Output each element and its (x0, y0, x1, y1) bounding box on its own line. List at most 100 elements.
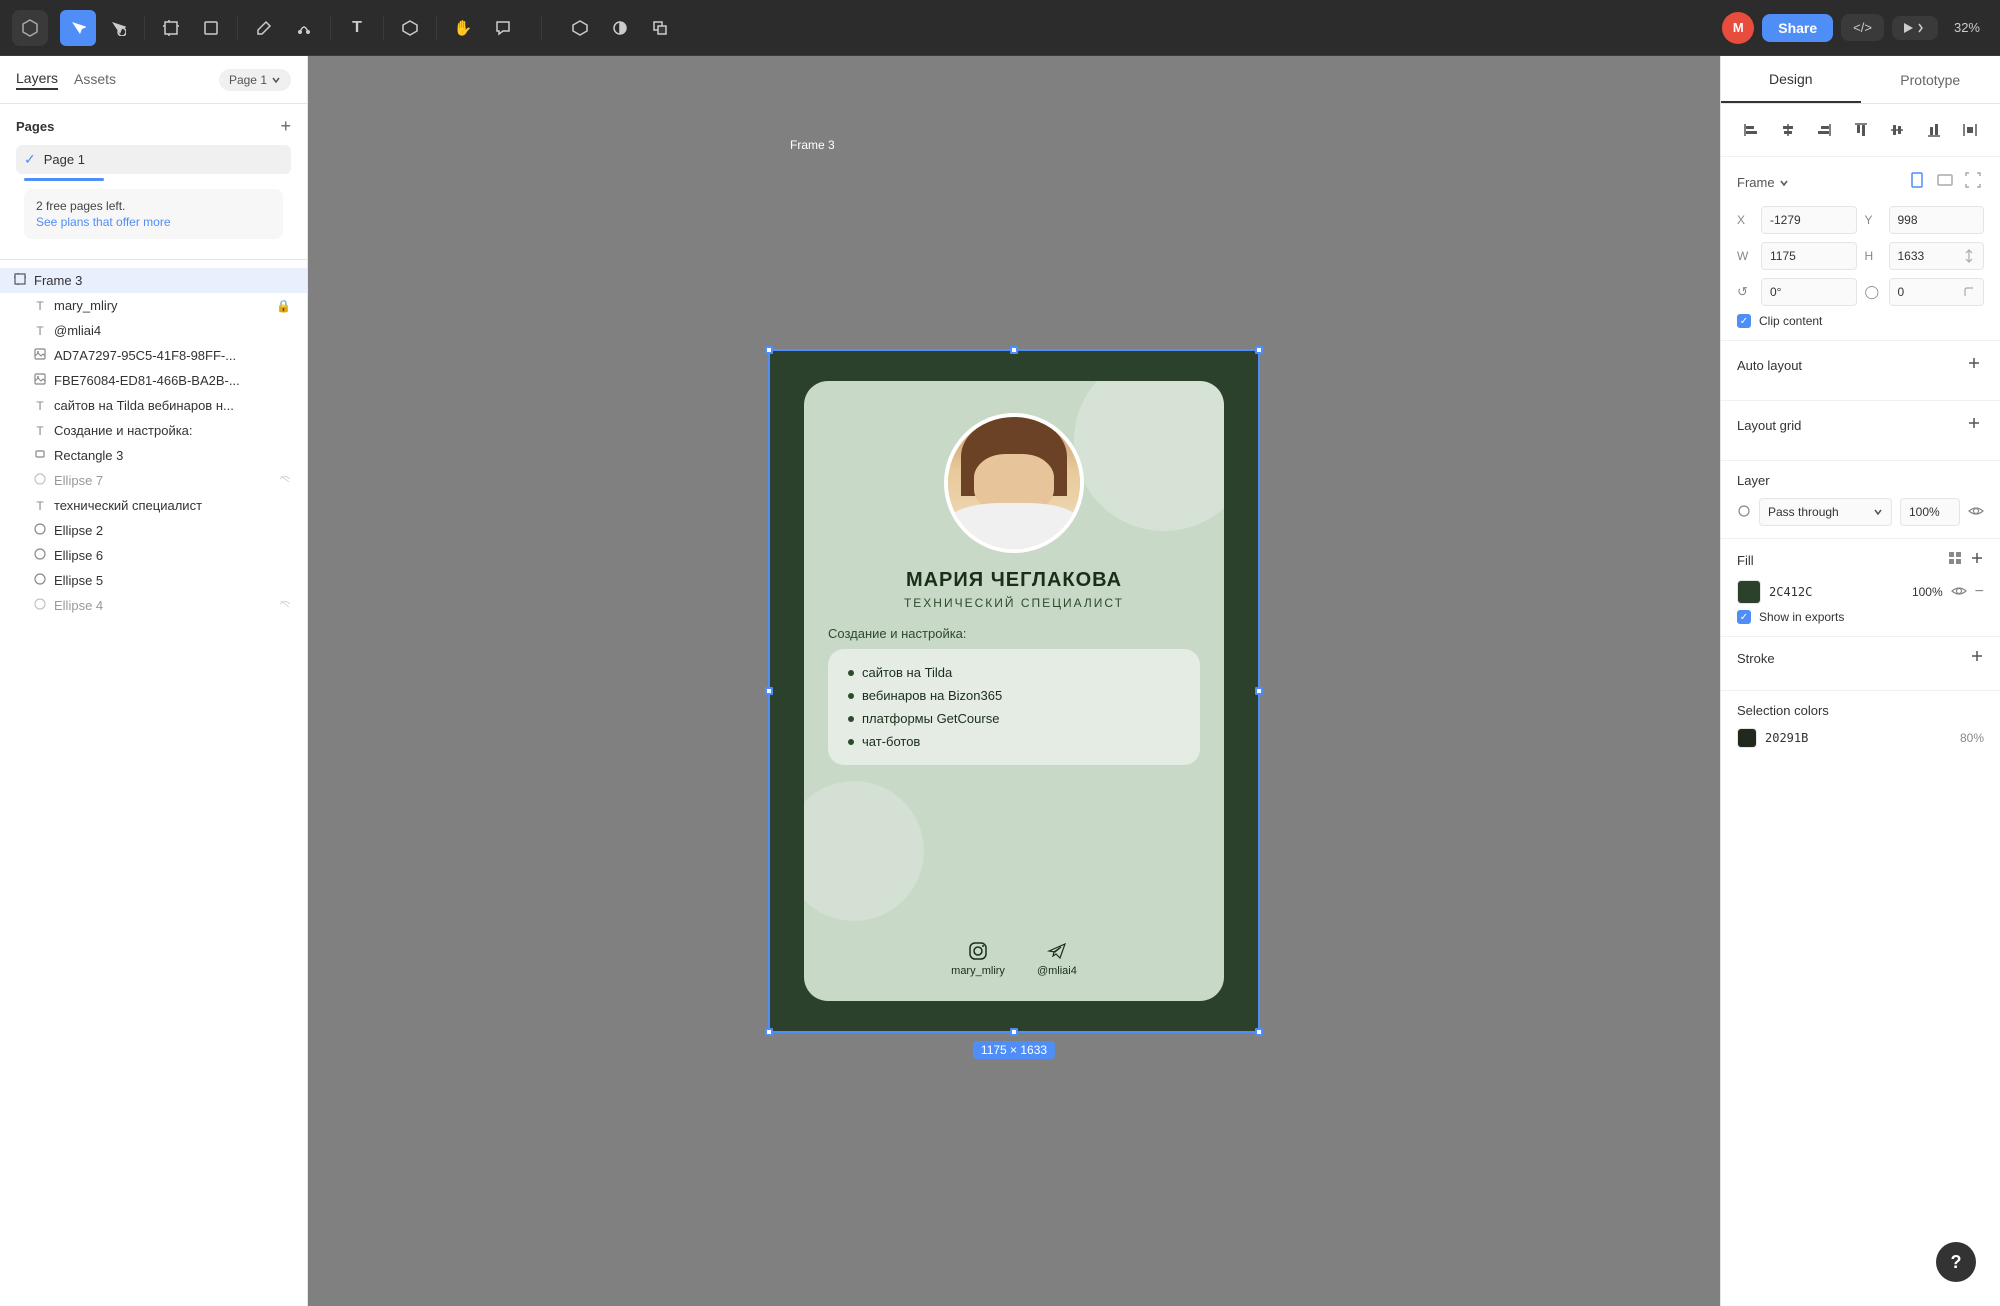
stroke-section: Stroke (1721, 637, 2000, 691)
play-button[interactable] (1892, 16, 1938, 40)
user-avatar[interactable]: M (1722, 12, 1754, 44)
x-input[interactable]: -1279 (1761, 206, 1857, 234)
code-button[interactable]: </> (1841, 14, 1884, 41)
resize-icon[interactable] (1962, 169, 1984, 196)
shape-tool[interactable] (193, 10, 229, 46)
align-middle-v-btn[interactable] (1883, 116, 1911, 144)
add-fill-btn[interactable] (1970, 551, 1984, 570)
layer-name: Создание и настройка: (54, 423, 291, 438)
corner-input[interactable]: 0 (1889, 278, 1985, 306)
help-button[interactable]: ? (1936, 1242, 1976, 1282)
frame-tool[interactable] (153, 10, 189, 46)
comment-tool[interactable] (485, 10, 521, 46)
landscape-icon[interactable] (1934, 169, 1956, 196)
align-center-h-btn[interactable] (1774, 116, 1802, 144)
layer-frame3[interactable]: Frame 3 (0, 268, 307, 293)
image-icon (32, 348, 48, 363)
fill-color-swatch[interactable] (1737, 580, 1761, 604)
hand-tool[interactable]: ✋ (445, 10, 481, 46)
layer-mode-select[interactable]: Pass through (1759, 498, 1892, 526)
layer-rect3[interactable]: Rectangle 3 (0, 443, 307, 468)
layer-name: Ellipse 6 (54, 548, 291, 563)
page-name: Page 1 (44, 152, 85, 167)
separator2 (237, 16, 238, 40)
layer-services-list[interactable]: T сайтов на Tilda вебинаров н... (0, 393, 307, 418)
layer-tool[interactable] (642, 10, 678, 46)
tab-prototype[interactable]: Prototype (1861, 56, 2000, 103)
layer-mary-mliry[interactable]: T mary_mliry 🔒 (0, 293, 307, 318)
frame-size-label: 1175 × 1633 (973, 1041, 1055, 1059)
select-tool-group[interactable] (100, 10, 136, 46)
align-bottom-btn[interactable] (1920, 116, 1948, 144)
layer-ellipse7[interactable]: Ellipse 7 (0, 468, 307, 493)
add-auto-layout-btn[interactable] (1964, 353, 1984, 378)
layer-mliai4[interactable]: T @mliai4 (0, 318, 307, 343)
boolean-tool[interactable] (562, 10, 598, 46)
layer-img1[interactable]: AD7A7297-95C5-41F8-98FF-... (0, 343, 307, 368)
separator4 (383, 16, 384, 40)
remove-fill-btn[interactable]: − (1975, 583, 1984, 601)
contrast-tool[interactable] (602, 10, 638, 46)
card-avatar (944, 413, 1084, 553)
zoom-level[interactable]: 32% (1946, 20, 1988, 35)
page-selector[interactable]: Page 1 (219, 69, 291, 91)
layers-divider (0, 259, 307, 260)
layer-opacity-input[interactable]: 100% (1900, 498, 1960, 526)
frame-dropdown[interactable]: Frame (1737, 175, 1789, 190)
add-layout-grid-btn[interactable] (1964, 413, 1984, 438)
x-label: X (1737, 213, 1753, 227)
tab-layers[interactable]: Layers (16, 70, 58, 90)
h-input[interactable]: 1633 (1889, 242, 1985, 270)
sel-color-swatch[interactable] (1737, 728, 1757, 748)
layer-ellipse4[interactable]: Ellipse 4 (0, 593, 307, 618)
show-exports-checkbox[interactable]: ✓ (1737, 610, 1751, 624)
pen-tool[interactable] (246, 10, 282, 46)
w-input[interactable]: 1175 (1761, 242, 1857, 270)
fill-opacity-value[interactable]: 100% (1903, 585, 1943, 599)
align-top-btn[interactable] (1847, 116, 1875, 144)
fill-color-hex[interactable]: 2C412C (1769, 585, 1895, 599)
align-row (1721, 104, 2000, 157)
canvas-area[interactable]: Frame 3 МАРИЯ ЧЕГЛАКОВА технический спец… (308, 56, 1720, 1306)
align-left-btn[interactable] (1737, 116, 1765, 144)
page-item-1[interactable]: ✓ Page 1 (16, 145, 291, 174)
tab-assets[interactable]: Assets (74, 71, 116, 89)
add-page-button[interactable]: + (280, 116, 291, 137)
pen-tool2[interactable] (286, 10, 322, 46)
layer-ellipse6[interactable]: Ellipse 6 (0, 543, 307, 568)
fill-grid-icon[interactable] (1948, 551, 1962, 570)
layer-ellipse5[interactable]: Ellipse 5 (0, 568, 307, 593)
clip-content-checkbox[interactable]: ✓ (1737, 314, 1751, 328)
logo-icon[interactable] (12, 10, 48, 46)
layer-creation[interactable]: T Создание и настройка: (0, 418, 307, 443)
text-icon2: T (32, 324, 48, 338)
card-name: МАРИЯ ЧЕГЛАКОВА (906, 569, 1122, 592)
select-tool[interactable] (60, 10, 96, 46)
layer-props-title: Layer (1737, 473, 1770, 488)
text-tool[interactable]: T (339, 10, 375, 46)
layer-techspec[interactable]: T технический специалист (0, 493, 307, 518)
layer-ellipse2[interactable]: Ellipse 2 (0, 518, 307, 543)
rot-input[interactable]: 0° (1761, 278, 1857, 306)
card-services-box: сайтов на Tilda вебинаров на Bizon365 пл… (828, 649, 1200, 765)
plans-link[interactable]: See plans that offer more (36, 215, 271, 229)
align-right-btn[interactable] (1810, 116, 1838, 144)
sel-color-hex[interactable]: 20291B (1765, 731, 1952, 745)
pages-header: Pages + (16, 116, 291, 137)
components-tool[interactable] (392, 10, 428, 46)
layer-img2[interactable]: FBE76084-ED81-466B-BA2B-... (0, 368, 307, 393)
pages-section: Pages + ✓ Page 1 2 free pages left. See … (0, 104, 307, 255)
y-input[interactable]: 998 (1889, 206, 1985, 234)
frame-wrapper[interactable]: МАРИЯ ЧЕГЛАКОВА технический специалист С… (770, 351, 1258, 1031)
ellipse-icon5 (32, 598, 48, 613)
layer-name: FBE76084-ED81-466B-BA2B-... (54, 373, 291, 388)
text-icon5: T (32, 499, 48, 513)
add-stroke-btn[interactable] (1970, 649, 1984, 668)
portrait-icon[interactable] (1906, 169, 1928, 196)
rot-label: ↺ (1737, 284, 1753, 300)
fill-visibility-btn[interactable] (1951, 585, 1967, 600)
tab-design[interactable]: Design (1721, 56, 1861, 103)
layer-visibility-btn[interactable] (1968, 504, 1984, 520)
distribute-h-btn[interactable] (1956, 116, 1984, 144)
share-button[interactable]: Share (1762, 14, 1833, 42)
